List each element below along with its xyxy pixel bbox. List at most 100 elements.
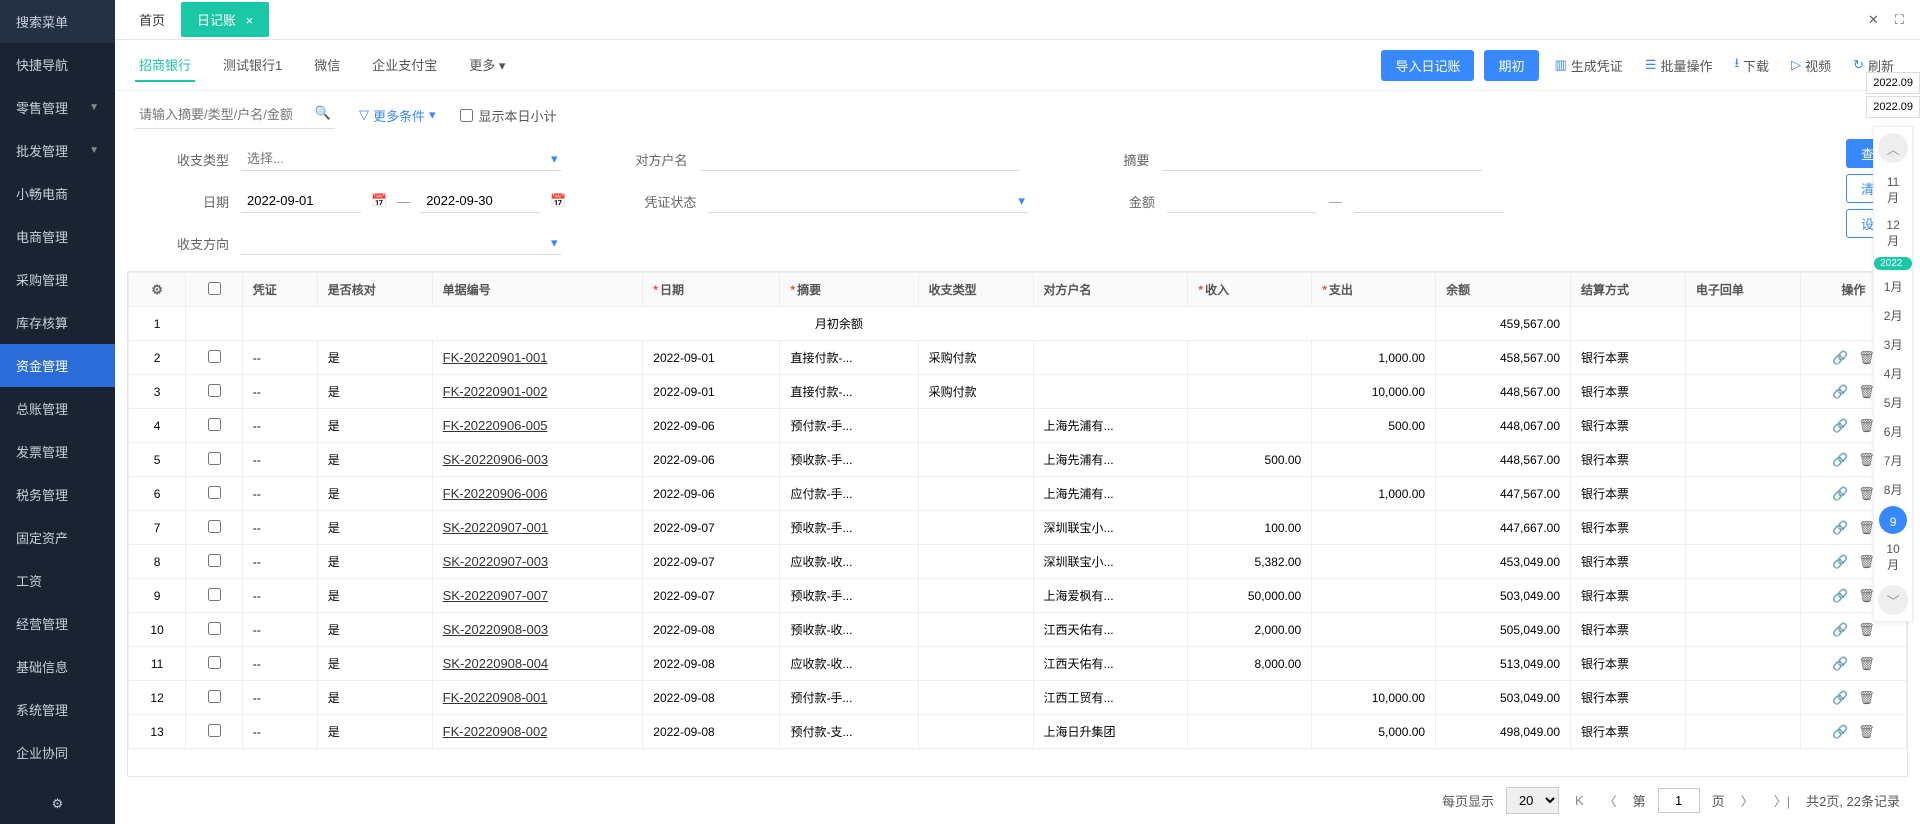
row-checkbox[interactable]	[208, 724, 221, 737]
direction-select[interactable]	[241, 231, 561, 255]
doc-link[interactable]: FK-20220906-005	[443, 418, 548, 433]
link-icon[interactable]: 🔗	[1832, 588, 1848, 604]
doc-link[interactable]: SK-20220908-003	[443, 622, 549, 637]
calendar-icon[interactable]: 📅	[550, 193, 566, 209]
show-subtotal-input[interactable]	[460, 109, 473, 122]
rail-month-10月[interactable]: 10月	[1874, 536, 1912, 579]
rail-month-11月[interactable]: 11月	[1874, 169, 1912, 212]
delete-icon[interactable]: 🗑	[1858, 656, 1875, 672]
bank-tab-4[interactable]: 更多 ▾	[465, 49, 509, 82]
link-icon[interactable]: 🔗	[1832, 418, 1848, 434]
doc-link[interactable]: SK-20220907-001	[443, 520, 549, 535]
download-button[interactable]: ⭳下载	[1728, 48, 1775, 82]
link-icon[interactable]: 🔗	[1832, 656, 1848, 672]
sidebar-item-7[interactable]: 库存核算	[0, 301, 115, 344]
sidebar-item-11[interactable]: 税务管理	[0, 473, 115, 516]
fullscreen-icon[interactable]: ⛶	[1887, 8, 1912, 32]
sidebar-item-10[interactable]: 发票管理	[0, 430, 115, 473]
row-checkbox[interactable]	[208, 452, 221, 465]
link-icon[interactable]: 🔗	[1832, 486, 1848, 502]
link-icon[interactable]: 🔗	[1832, 520, 1848, 536]
sidebar-settings[interactable]: ⚙	[0, 784, 115, 824]
sidebar-item-6[interactable]: 采购管理	[0, 258, 115, 301]
amount-from-input[interactable]	[1167, 189, 1317, 213]
first-page-button[interactable]: K	[1571, 793, 1588, 808]
doc-link[interactable]: SK-20220907-003	[443, 554, 549, 569]
doc-link[interactable]: SK-20220908-004	[443, 656, 549, 671]
rail-month-3月[interactable]: 3月	[1874, 330, 1912, 359]
scroll-up-button[interactable]: ︿	[1878, 133, 1908, 163]
sidebar-item-14[interactable]: 经营管理	[0, 602, 115, 645]
row-checkbox[interactable]	[208, 622, 221, 635]
sidebar-item-12[interactable]: 固定资产	[0, 516, 115, 559]
row-checkbox[interactable]	[208, 690, 221, 703]
last-page-button[interactable]: 〉|	[1770, 791, 1794, 810]
page-input[interactable]	[1658, 788, 1700, 813]
sidebar-item-1[interactable]: 快捷导航	[0, 43, 115, 86]
link-icon[interactable]: 🔗	[1832, 452, 1848, 468]
tab-home[interactable]: 首页	[123, 2, 181, 37]
delete-icon[interactable]: 🗑	[1858, 724, 1875, 740]
sidebar-item-8[interactable]: 资金管理	[0, 344, 115, 387]
sidebar-item-3[interactable]: 批发管理▼	[0, 129, 115, 172]
period-button[interactable]: 期初	[1484, 50, 1538, 81]
row-checkbox[interactable]	[208, 656, 221, 669]
bank-tab-1[interactable]: 测试银行1	[219, 49, 286, 82]
amount-to-input[interactable]	[1354, 189, 1504, 213]
type-select[interactable]	[241, 147, 561, 171]
row-checkbox[interactable]	[208, 520, 221, 533]
prev-page-button[interactable]: 〈	[1600, 791, 1621, 810]
doc-link[interactable]: FK-20220908-002	[443, 724, 548, 739]
row-checkbox[interactable]	[208, 588, 221, 601]
sidebar-item-15[interactable]: 基础信息	[0, 645, 115, 688]
next-page-button[interactable]: 〉	[1737, 791, 1758, 810]
doc-link[interactable]: SK-20220906-003	[443, 452, 549, 467]
sidebar-item-5[interactable]: 电商管理	[0, 215, 115, 258]
gear-icon[interactable]: ⚙	[151, 282, 163, 297]
batch-button[interactable]: ☰批量操作	[1639, 50, 1719, 81]
rail-month-6月[interactable]: 6月	[1874, 417, 1912, 446]
link-icon[interactable]: 🔗	[1832, 350, 1848, 366]
search-icon[interactable]: 🔍	[315, 105, 331, 121]
generate-voucher-button[interactable]: ▥生成凭证	[1549, 50, 1629, 81]
link-icon[interactable]: 🔗	[1832, 384, 1848, 400]
rail-month-8月[interactable]: 8月	[1874, 475, 1912, 504]
search-input[interactable]	[135, 101, 335, 129]
period-tag[interactable]: 2022.09	[1866, 72, 1920, 94]
close-icon[interactable]: ×	[246, 13, 254, 28]
row-checkbox[interactable]	[208, 350, 221, 363]
rail-month-12月[interactable]: 12月	[1874, 212, 1912, 255]
doc-link[interactable]: FK-20220908-001	[443, 690, 548, 705]
sidebar-item-4[interactable]: 小畅电商	[0, 172, 115, 215]
sidebar-item-16[interactable]: 系统管理	[0, 688, 115, 731]
row-checkbox[interactable]	[208, 418, 221, 431]
row-checkbox[interactable]	[208, 384, 221, 397]
link-icon[interactable]: 🔗	[1832, 690, 1848, 706]
scroll-down-button[interactable]: ﹀	[1878, 585, 1908, 615]
rail-month-1月[interactable]: 1月	[1874, 272, 1912, 301]
summary-input[interactable]	[1162, 147, 1482, 171]
rail-month-4月[interactable]: 4月	[1874, 359, 1912, 388]
period-tag[interactable]: 2022.09	[1866, 96, 1920, 118]
rail-month-9月[interactable]: 9月	[1879, 506, 1907, 534]
import-button[interactable]: 导入日记账	[1381, 50, 1474, 81]
date-to-input[interactable]	[420, 189, 540, 213]
sidebar-item-2[interactable]: 零售管理▼	[0, 86, 115, 129]
rail-month-7月[interactable]: 7月	[1874, 446, 1912, 475]
doc-link[interactable]: FK-20220901-002	[443, 384, 548, 399]
select-all-checkbox[interactable]	[208, 282, 221, 295]
delete-icon[interactable]: 🗑	[1858, 622, 1875, 638]
rail-month-2月[interactable]: 2月	[1874, 301, 1912, 330]
doc-link[interactable]: FK-20220901-001	[443, 350, 548, 365]
date-from-input[interactable]	[241, 189, 361, 213]
bank-tab-3[interactable]: 企业支付宝	[368, 49, 441, 82]
sidebar-item-13[interactable]: 工资	[0, 559, 115, 602]
link-icon[interactable]: 🔗	[1832, 622, 1848, 638]
link-icon[interactable]: 🔗	[1832, 724, 1848, 740]
tab-journal[interactable]: 日记账 ×	[181, 2, 269, 37]
page-size-select[interactable]: 20	[1506, 787, 1559, 814]
doc-link[interactable]: FK-20220906-006	[443, 486, 548, 501]
more-filters-link[interactable]: ▽ 更多条件 ▾	[359, 106, 436, 125]
sidebar-item-0[interactable]: 搜索菜单	[0, 0, 115, 43]
counter-input[interactable]	[700, 147, 1020, 171]
